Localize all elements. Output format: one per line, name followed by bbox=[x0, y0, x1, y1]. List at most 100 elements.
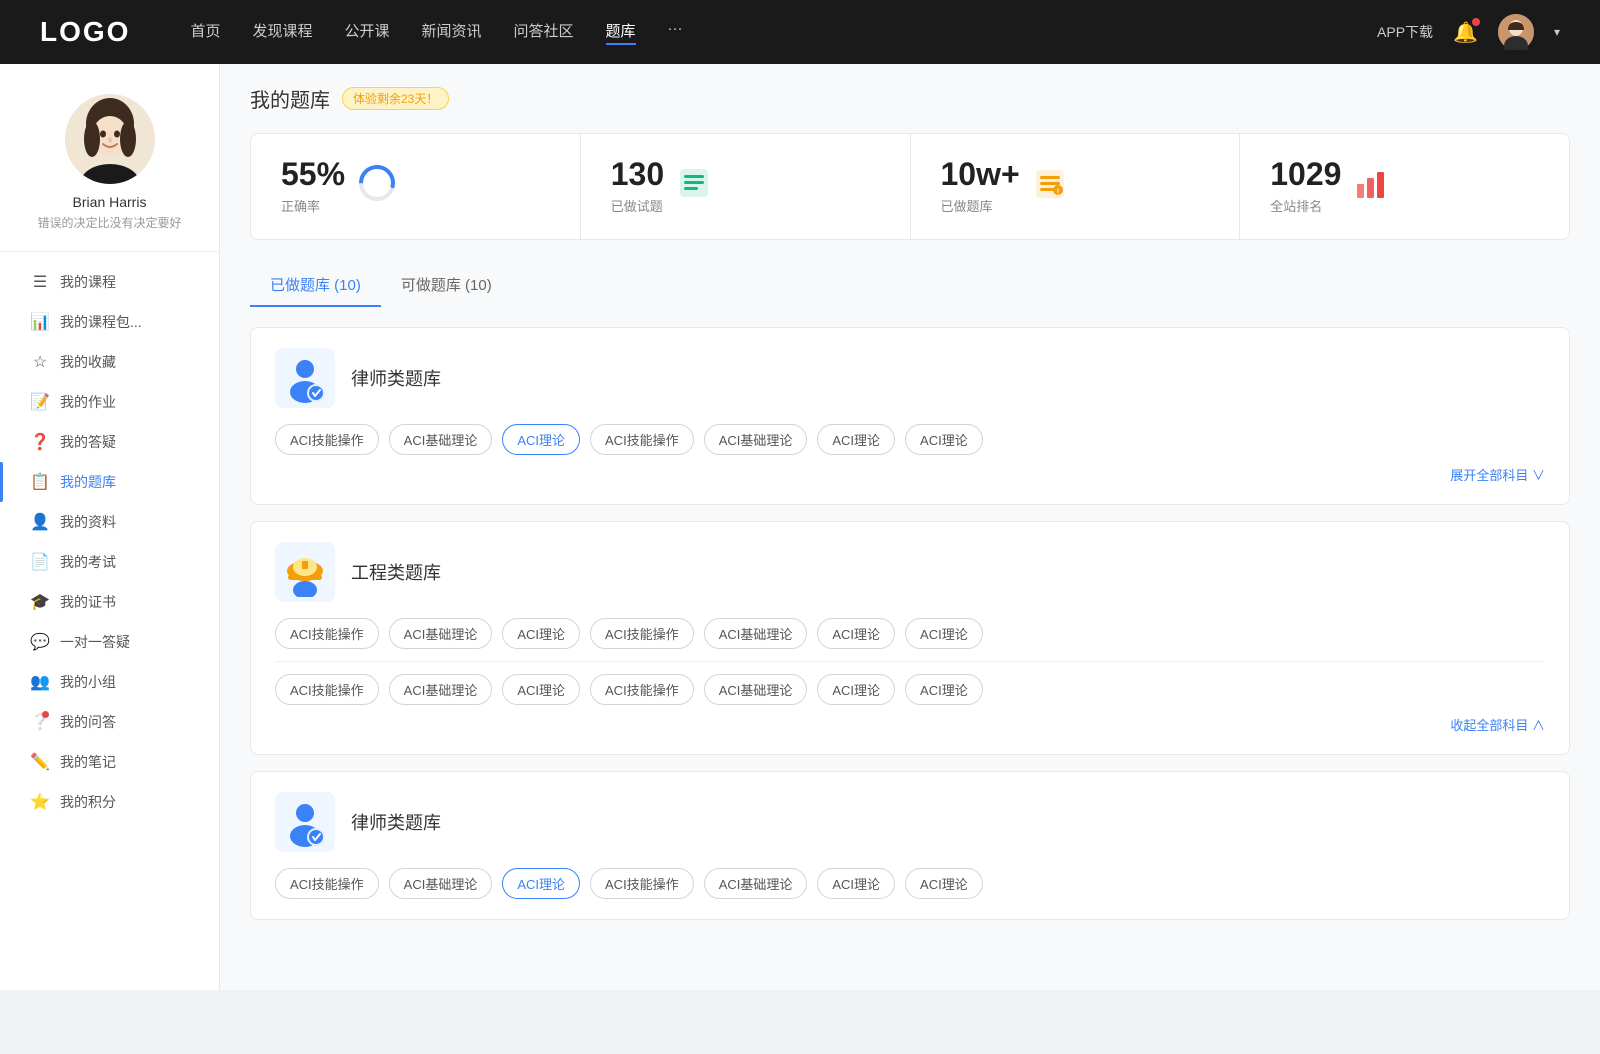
bank-icon: 📋 bbox=[30, 472, 50, 492]
nav-link-discover[interactable]: 发现课程 bbox=[252, 20, 312, 45]
bank-tag[interactable]: ACI基础理论 bbox=[389, 618, 493, 649]
bank-tag[interactable]: ACI基础理论 bbox=[389, 674, 493, 705]
bank-tag-active[interactable]: ACI理论 bbox=[502, 868, 580, 899]
bank-tag[interactable]: ACI理论 bbox=[905, 868, 983, 899]
notification-dot bbox=[1472, 18, 1480, 26]
sidebar-label: 我的考试 bbox=[60, 552, 116, 572]
stat-label-accuracy: 正确率 bbox=[281, 196, 345, 215]
bank-tag[interactable]: ACI基础理论 bbox=[389, 424, 493, 455]
sidebar-item-my-qa[interactable]: ❔ 我的问答 bbox=[0, 702, 219, 742]
nav-link-qa[interactable]: 问答社区 bbox=[514, 20, 574, 45]
stat-label-done: 已做试题 bbox=[611, 196, 664, 215]
sidebar-item-my-courses[interactable]: ☰ 我的课程 bbox=[0, 262, 219, 302]
bank-tag[interactable]: ACI基础理论 bbox=[704, 868, 808, 899]
bank-tag[interactable]: ACI基础理论 bbox=[704, 674, 808, 705]
bank-tag[interactable]: ACI基础理论 bbox=[389, 868, 493, 899]
bank-tag[interactable]: ACI技能操作 bbox=[590, 424, 694, 455]
sidebar-item-notes[interactable]: ✏️ 我的笔记 bbox=[0, 742, 219, 782]
nav-links: 首页 发现课程 公开课 新闻资讯 问答社区 题库 ··· bbox=[190, 20, 1337, 45]
sidebar-item-questionbank[interactable]: 📋 我的题库 bbox=[0, 462, 219, 502]
avatar[interactable] bbox=[1498, 14, 1534, 50]
page-header: 我的题库 体验剩余23天！ bbox=[250, 84, 1570, 113]
lawyer-bank-icon-2 bbox=[275, 792, 335, 852]
sidebar-label: 我的小组 bbox=[60, 672, 116, 692]
sidebar-item-points[interactable]: ⭐ 我的积分 bbox=[0, 782, 219, 822]
bank-tag[interactable]: ACI理论 bbox=[905, 424, 983, 455]
bank-tag[interactable]: ACI理论 bbox=[817, 618, 895, 649]
sidebar-item-favorites[interactable]: ☆ 我的收藏 bbox=[0, 342, 219, 382]
bank-tag-active[interactable]: ACI理论 bbox=[502, 424, 580, 455]
sidebar-label: 我的课程 bbox=[60, 272, 116, 292]
bank-card-engineer: 工程类题库 ACI技能操作 ACI基础理论 ACI理论 ACI技能操作 ACI基… bbox=[250, 521, 1570, 755]
trial-badge: 体验剩余23天！ bbox=[342, 87, 449, 110]
sidebar-item-certificate[interactable]: 🎓 我的证书 bbox=[0, 582, 219, 622]
lawyer-bank-icon bbox=[275, 348, 335, 408]
sidebar-item-homework[interactable]: 📝 我的作业 bbox=[0, 382, 219, 422]
bank-tag[interactable]: ACI技能操作 bbox=[590, 618, 694, 649]
expand-all-button-1[interactable]: 展开全部科目 ∨ bbox=[275, 465, 1545, 484]
bank-tag[interactable]: ACI基础理论 bbox=[704, 424, 808, 455]
bank-tag[interactable]: ACI理论 bbox=[502, 674, 580, 705]
nav-app-download[interactable]: APP下载 bbox=[1377, 22, 1433, 42]
bank-tag[interactable]: ACI理论 bbox=[817, 868, 895, 899]
tab-done[interactable]: 已做题库 (10) bbox=[250, 264, 381, 307]
sidebar-label: 我的题库 bbox=[60, 472, 116, 492]
nav-link-questionbank[interactable]: 题库 bbox=[606, 20, 636, 45]
bank-tag[interactable]: ACI技能操作 bbox=[275, 674, 379, 705]
question-icon: ❓ bbox=[30, 432, 50, 452]
sidebar-item-questions[interactable]: ❓ 我的答疑 bbox=[0, 422, 219, 462]
tab-available[interactable]: 可做题库 (10) bbox=[381, 264, 512, 307]
bank-tag[interactable]: ACI技能操作 bbox=[590, 868, 694, 899]
bank-tag[interactable]: ACI技能操作 bbox=[275, 618, 379, 649]
bank-title-engineer: 工程类题库 bbox=[351, 559, 441, 585]
cert-icon: 🎓 bbox=[30, 592, 50, 612]
sidebar-item-exam[interactable]: 📄 我的考试 bbox=[0, 542, 219, 582]
user-menu-chevron[interactable]: ▾ bbox=[1554, 25, 1560, 39]
sidebar-item-1on1[interactable]: 💬 一对一答疑 bbox=[0, 622, 219, 662]
done-icon bbox=[678, 167, 710, 206]
sidebar-avatar bbox=[65, 94, 155, 184]
stat-label-banks: 已做题库 bbox=[941, 196, 1020, 215]
stat-label-ranking: 全站排名 bbox=[1270, 196, 1341, 215]
sidebar-item-profile[interactable]: 👤 我的资料 bbox=[0, 502, 219, 542]
sidebar-label: 我的积分 bbox=[60, 792, 116, 812]
nav-link-news[interactable]: 新闻资讯 bbox=[422, 20, 482, 45]
bank-tag[interactable]: ACI技能操作 bbox=[590, 674, 694, 705]
bank-tag[interactable]: ACI技能操作 bbox=[275, 424, 379, 455]
bank-tag[interactable]: ACI理论 bbox=[905, 674, 983, 705]
bank-tag[interactable]: ACI基础理论 bbox=[704, 618, 808, 649]
sidebar-menu: ☰ 我的课程 📊 我的课程包... ☆ 我的收藏 📝 我的作业 ❓ 我的答疑 📋 bbox=[0, 262, 219, 842]
layout: Brian Harris 错误的决定比没有决定要好 ☰ 我的课程 📊 我的课程包… bbox=[0, 64, 1600, 990]
sidebar-item-group[interactable]: 👥 我的小组 bbox=[0, 662, 219, 702]
bank-tag[interactable]: ACI理论 bbox=[817, 424, 895, 455]
nav-link-opencourse[interactable]: 公开课 bbox=[344, 20, 389, 45]
ranking-icon bbox=[1355, 168, 1387, 205]
bank-tags-engineer-row1: ACI技能操作 ACI基础理论 ACI理论 ACI技能操作 ACI基础理论 AC… bbox=[275, 618, 1545, 649]
profile-icon: 👤 bbox=[30, 512, 50, 532]
stat-accuracy: 55% 正确率 bbox=[251, 134, 581, 239]
bank-stat-icon: ! bbox=[1034, 168, 1066, 205]
nav-link-home[interactable]: 首页 bbox=[190, 20, 220, 45]
nav-bell[interactable]: 🔔 bbox=[1453, 20, 1478, 45]
package-icon: 📊 bbox=[30, 312, 50, 332]
sidebar-label: 我的收藏 bbox=[60, 352, 116, 372]
sidebar-username: Brian Harris bbox=[73, 194, 147, 210]
stat-number-ranking: 1029 bbox=[1270, 158, 1341, 190]
bank-title-lawyer-1: 律师类题库 bbox=[351, 365, 441, 391]
bank-tag[interactable]: ACI理论 bbox=[502, 618, 580, 649]
stat-number-banks: 10w+ bbox=[941, 158, 1020, 190]
navbar: LOGO 首页 发现课程 公开课 新闻资讯 问答社区 题库 ··· APP下载 … bbox=[0, 0, 1600, 64]
sidebar-item-course-packages[interactable]: 📊 我的课程包... bbox=[0, 302, 219, 342]
sidebar-profile: Brian Harris 错误的决定比没有决定要好 bbox=[0, 94, 219, 252]
bank-tag[interactable]: ACI理论 bbox=[817, 674, 895, 705]
notes-icon: ✏️ bbox=[30, 752, 50, 772]
bank-tag[interactable]: ACI理论 bbox=[905, 618, 983, 649]
bank-tag[interactable]: ACI技能操作 bbox=[275, 868, 379, 899]
sidebar-label: 我的课程包... bbox=[60, 312, 142, 332]
engineer-bank-icon bbox=[275, 542, 335, 602]
bank-tags-engineer-row2: ACI技能操作 ACI基础理论 ACI理论 ACI技能操作 ACI基础理论 AC… bbox=[275, 674, 1545, 705]
collapse-all-button[interactable]: 收起全部科目 ∧ bbox=[275, 715, 1545, 734]
group-icon: 👥 bbox=[30, 672, 50, 692]
sidebar-label: 我的答疑 bbox=[60, 432, 116, 452]
nav-link-more[interactable]: ··· bbox=[668, 20, 683, 45]
